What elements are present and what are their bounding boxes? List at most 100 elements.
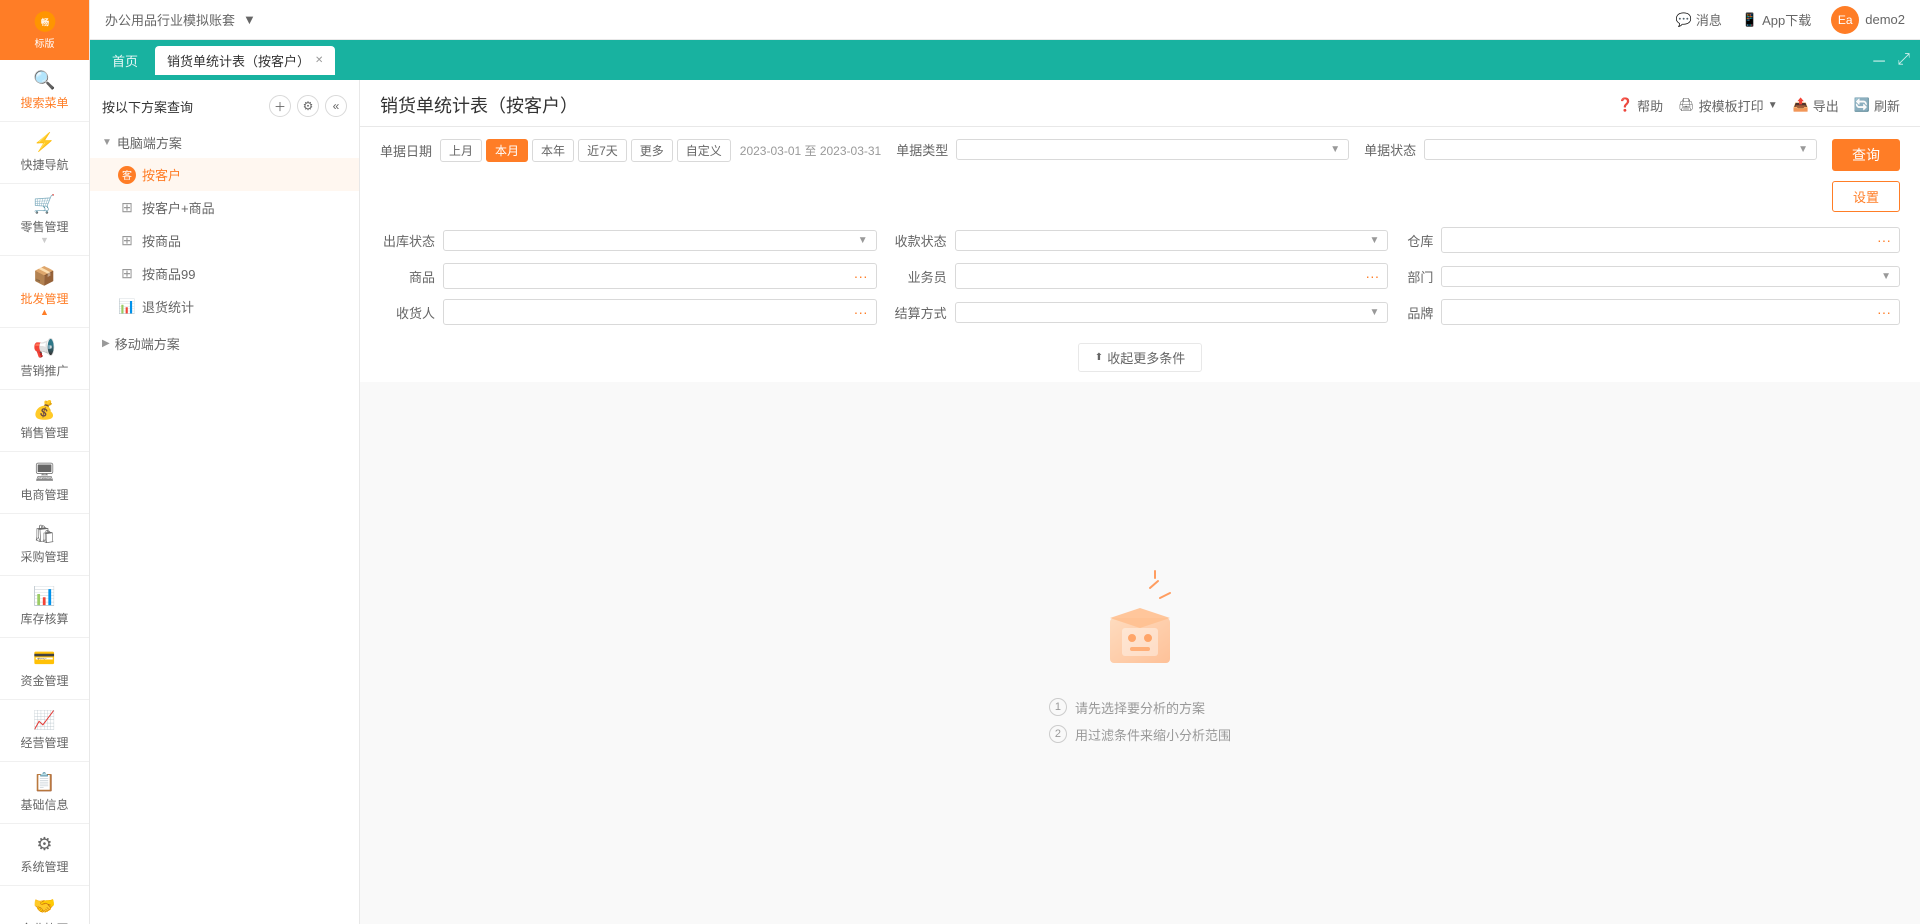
sidebar-item-operations[interactable]: 📈 经营管理 xyxy=(0,700,89,762)
stock-status-select[interactable]: ▼ xyxy=(443,230,877,251)
app-download-button[interactable]: 📱 App下载 xyxy=(1742,10,1811,29)
tab-home-label: 首页 xyxy=(112,51,138,70)
collapse-row: ⬆ 收起更多条件 xyxy=(380,335,1900,382)
sidebar-item-finance[interactable]: 💳 资金管理 xyxy=(0,638,89,700)
brand-dots-icon: ··· xyxy=(1877,304,1891,320)
hint-num-1: 1 xyxy=(1049,698,1067,716)
tab-bar-right: － ⤢ xyxy=(1871,48,1910,72)
svg-text:畅: 畅 xyxy=(40,17,48,27)
scheme-icon-customer-product: ⊞ xyxy=(118,199,136,217)
scheme-item-customer-product[interactable]: ⊞ 按客户+商品 xyxy=(90,191,359,224)
sidebar-item-retail-label: 零售管理 xyxy=(20,218,68,235)
top-header: 办公用品行业模拟账套 ▼ 💬 消息 📱 App下载 Ea demo2 xyxy=(90,0,1920,40)
help-icon: ❓ xyxy=(1617,97,1633,113)
sidebar-item-inventory[interactable]: 📊 库存核算 xyxy=(0,576,89,638)
payment-status-chevron: ▼ xyxy=(1369,235,1379,246)
collapse-button[interactable]: ⬆ 收起更多条件 xyxy=(1078,343,1202,372)
stock-status-chevron: ▼ xyxy=(858,235,868,246)
sidebar-item-sales[interactable]: 💰 销售管理 xyxy=(0,390,89,452)
dropdown-arrow[interactable]: ▼ xyxy=(243,12,256,27)
order-status-select[interactable]: ▼ xyxy=(1424,139,1817,160)
scheme-item-returns[interactable]: 📊 退货统计 xyxy=(90,290,359,323)
retail-arrow: ▼ xyxy=(40,235,49,245)
date-btn-7days[interactable]: 近7天 xyxy=(578,139,627,162)
scheme-item-product99-label: 按商品99 xyxy=(142,264,195,283)
scheme-icon-returns: 📊 xyxy=(118,298,136,316)
scheme-item-by-product99[interactable]: ⊞ 按商品99 xyxy=(90,257,359,290)
sales-icon: 💰 xyxy=(33,400,55,421)
settings-scheme-button[interactable]: ⚙ xyxy=(297,95,319,117)
basic-info-icon: 📋 xyxy=(33,772,55,793)
operations-icon: 📈 xyxy=(33,710,55,731)
tab-bar: 首页 销货单统计表（按客户） ✕ － ⤢ xyxy=(90,40,1920,80)
refresh-button[interactable]: 🔄 刷新 xyxy=(1854,96,1900,115)
sidebar-item-system[interactable]: ⚙ 系统管理 xyxy=(0,824,89,886)
date-btn-this-year[interactable]: 本年 xyxy=(532,139,574,162)
date-btn-custom[interactable]: 自定义 xyxy=(677,139,731,162)
receiver-input[interactable]: ··· xyxy=(443,299,877,325)
sidebar-item-search[interactable]: 🔍 搜索菜单 xyxy=(0,60,89,122)
right-panel-wrapper: 销货单统计表（按客户） ❓ 帮助 🖨 按模板打印 ▼ 📤 导出 xyxy=(360,80,1920,924)
product-dots-icon: ··· xyxy=(854,268,868,284)
collapse-label: 收起更多条件 xyxy=(1107,348,1185,367)
sidebar-item-search-label: 搜索菜单 xyxy=(20,94,68,111)
messages-button[interactable]: 💬 消息 xyxy=(1676,10,1722,29)
sidebar: 畅 标版 🔍 搜索菜单 ⚡ 快捷导航 🛒 零售管理 ▼ 📦 批发管理 ▲ 📢 营… xyxy=(0,0,90,924)
department-select[interactable]: ▼ xyxy=(1441,266,1900,287)
export-label: 导出 xyxy=(1813,96,1839,115)
sidebar-item-quick-nav[interactable]: ⚡ 快捷导航 xyxy=(0,122,89,184)
tab-sales-stats[interactable]: 销货单统计表（按客户） ✕ xyxy=(155,46,335,75)
sidebar-item-wholesale[interactable]: 📦 批发管理 ▲ xyxy=(0,256,89,328)
order-type-select[interactable]: ▼ xyxy=(956,139,1349,160)
header-left: 办公用品行业模拟账套 ▼ xyxy=(105,10,256,29)
export-button[interactable]: 📤 导出 xyxy=(1793,96,1839,115)
scheme-item-customer-label: 按客户 xyxy=(142,165,181,184)
date-btn-this-month[interactable]: 本月 xyxy=(486,139,528,162)
sidebar-item-marketing[interactable]: 📢 营销推广 xyxy=(0,328,89,390)
date-range: 2023-03-01 至 2023-03-31 xyxy=(740,142,881,159)
tab-close-icon[interactable]: ✕ xyxy=(315,55,323,66)
panel-header: 按以下方案查询 ＋ ⚙ « xyxy=(90,90,359,122)
collapse-panel-button[interactable]: « xyxy=(325,95,347,117)
hint-num-2: 2 xyxy=(1049,725,1067,743)
scheme-item-by-product[interactable]: ⊞ 按商品 xyxy=(90,224,359,257)
brand-input[interactable]: ··· xyxy=(1441,299,1900,325)
payment-method-select[interactable]: ▼ xyxy=(955,302,1389,323)
date-btn-last-month[interactable]: 上月 xyxy=(440,139,482,162)
scheme-item-by-customer[interactable]: 客 按客户 xyxy=(90,158,359,191)
query-button[interactable]: 查询 xyxy=(1832,139,1900,171)
product-input[interactable]: ··· xyxy=(443,263,877,289)
sidebar-item-enterprise[interactable]: 🤝 企业协同 xyxy=(0,886,89,924)
department-label: 部门 xyxy=(1403,267,1433,286)
scheme-group-desktop-header[interactable]: ▼ 电脑端方案 xyxy=(90,127,359,158)
payment-status-select[interactable]: ▼ xyxy=(955,230,1389,251)
user-name: demo2 xyxy=(1865,12,1905,27)
stock-status-label: 出库状态 xyxy=(380,231,435,250)
scheme-group-mobile-header[interactable]: ▶ 移动端方案 xyxy=(90,328,359,359)
sidebar-item-retail[interactable]: 🛒 零售管理 ▼ xyxy=(0,184,89,256)
minimize-icon[interactable]: － xyxy=(1871,48,1887,72)
tab-home[interactable]: 首页 xyxy=(100,46,150,75)
salesperson-input[interactable]: ··· xyxy=(955,263,1389,289)
user-profile[interactable]: Ea demo2 xyxy=(1831,6,1905,34)
receiver-dots-icon: ··· xyxy=(854,304,868,320)
sidebar-item-basic-info[interactable]: 📋 基础信息 xyxy=(0,762,89,824)
app-download-label: App下载 xyxy=(1762,10,1811,29)
finance-icon: 💳 xyxy=(33,648,55,669)
date-label: 单据日期 xyxy=(380,141,432,160)
warehouse-input[interactable]: ··· xyxy=(1441,227,1900,253)
sidebar-item-purchase[interactable]: 🛍 采购管理 xyxy=(0,514,89,576)
empty-illustration xyxy=(1080,563,1200,683)
sidebar-item-ecommerce[interactable]: 🖥 电商管理 xyxy=(0,452,89,514)
maximize-icon[interactable]: ⤢ xyxy=(1897,51,1910,69)
sidebar-item-finance-label: 资金管理 xyxy=(20,672,68,689)
help-button[interactable]: ❓ 帮助 xyxy=(1617,96,1663,115)
date-btn-more[interactable]: 更多 xyxy=(631,139,673,162)
filter-section: 单据日期 上月 本月 本年 近7天 更多 自定义 2023-03-01 至 20… xyxy=(360,127,1920,382)
settings-button[interactable]: 设置 xyxy=(1832,181,1900,212)
print-button[interactable]: 🖨 按模板打印 ▼ xyxy=(1678,96,1777,115)
add-scheme-button[interactable]: ＋ xyxy=(269,95,291,117)
sidebar-item-wholesale-label: 批发管理 xyxy=(20,290,68,307)
group-collapse-icon: ▶ xyxy=(102,338,110,349)
scheme-item-customer-product-label: 按客户+商品 xyxy=(142,198,215,217)
